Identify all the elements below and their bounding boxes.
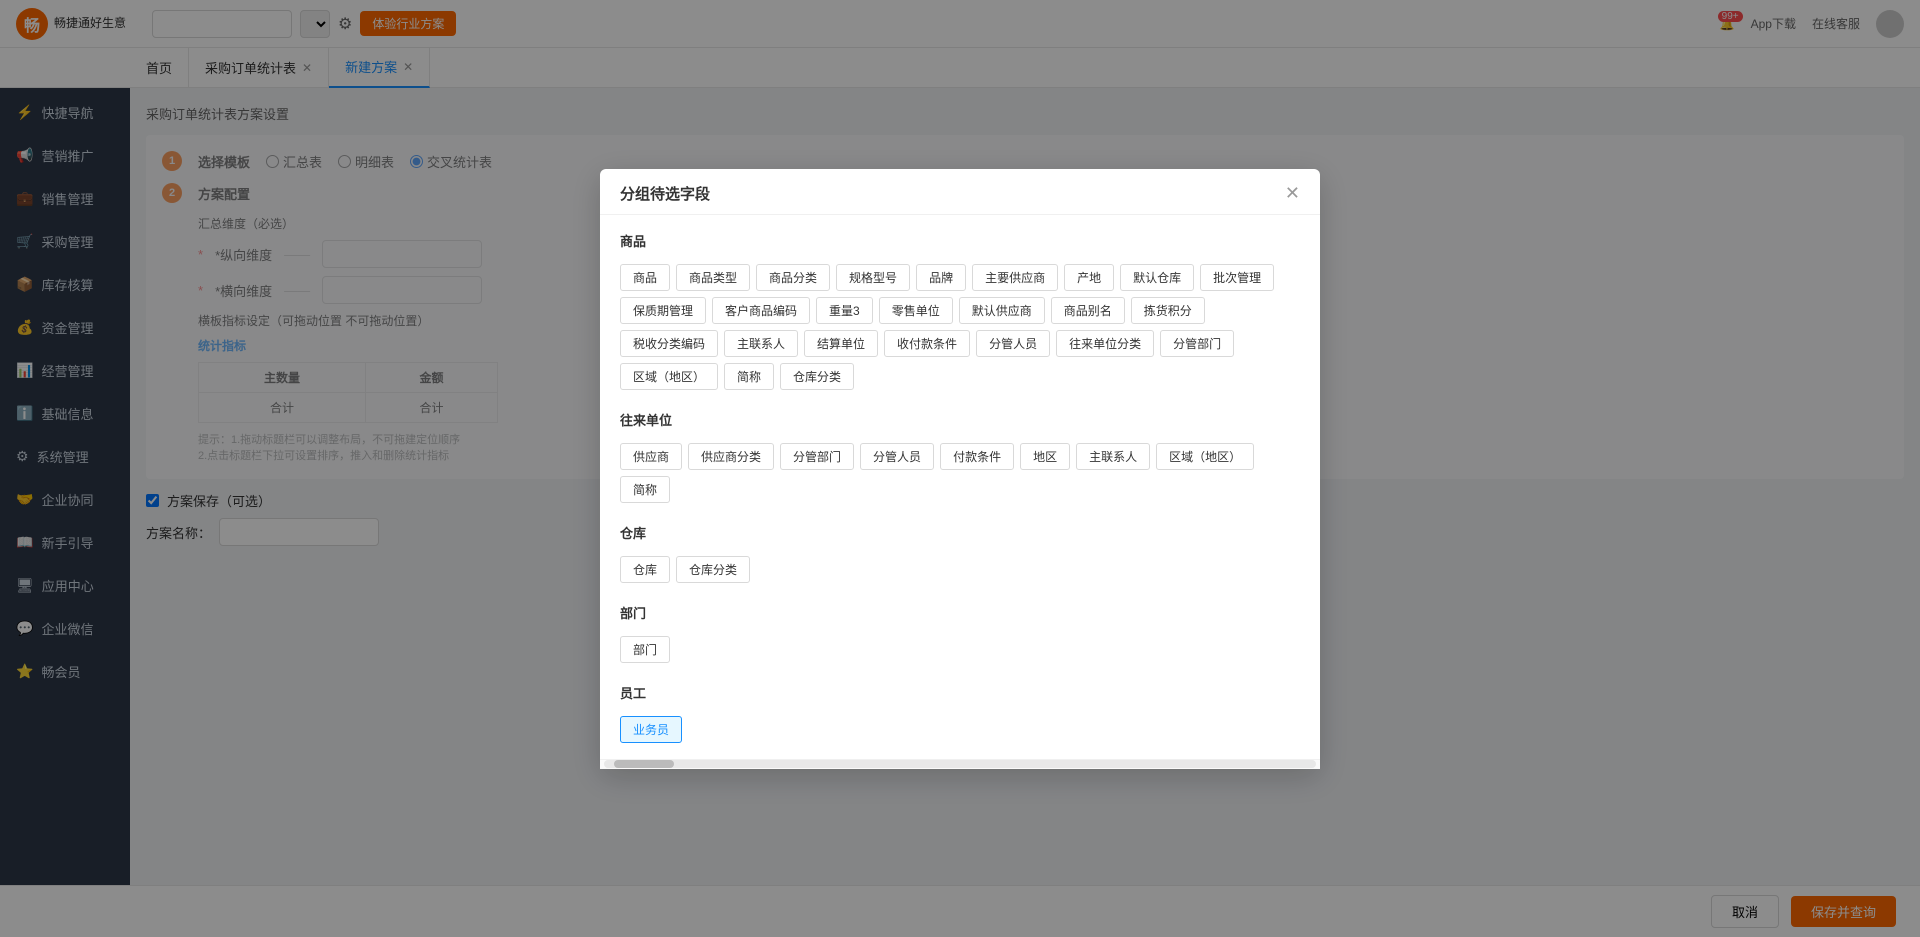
field-tag-brand[interactable]: 品牌 (916, 264, 966, 291)
field-tag-warehouse[interactable]: 仓库 (620, 556, 670, 583)
section-partner-title: 往来单位 (620, 410, 1300, 433)
section-goods-title: 商品 (620, 231, 1300, 254)
field-tag-short-name-p[interactable]: 简称 (620, 476, 670, 503)
modal-header: 分组待选字段 ✕ (600, 169, 1320, 215)
modal-title: 分组待选字段 (620, 183, 710, 204)
field-tag-dept[interactable]: 部门 (620, 636, 670, 663)
field-tag-spec-model[interactable]: 规格型号 (836, 264, 910, 291)
field-tag-short-name[interactable]: 简称 (724, 363, 774, 390)
field-tag-settlement-unit[interactable]: 结算单位 (804, 330, 878, 357)
section-partner: 往来单位 供应商 供应商分类 分管部门 分管人员 付款条件 地区 主联系人 区域… (620, 410, 1300, 503)
field-tag-origin[interactable]: 产地 (1064, 264, 1114, 291)
field-tag-default-warehouse[interactable]: 默认仓库 (1120, 264, 1194, 291)
section-partner-tags: 供应商 供应商分类 分管部门 分管人员 付款条件 地区 主联系人 区域（地区） … (620, 443, 1300, 503)
field-tag-default-supplier[interactable]: 默认供应商 (959, 297, 1045, 324)
modal-body[interactable]: 商品 商品 商品类型 商品分类 规格型号 品牌 主要供应商 产地 默认仓库 批次… (600, 215, 1320, 759)
field-tag-supervisor[interactable]: 分管人员 (976, 330, 1050, 357)
field-tag-region-area-p[interactable]: 区域（地区） (1156, 443, 1254, 470)
field-tag-weight3[interactable]: 重量3 (816, 297, 873, 324)
section-goods-tags: 商品 商品类型 商品分类 规格型号 品牌 主要供应商 产地 默认仓库 批次管理 … (620, 264, 1300, 390)
modal-overlay: 分组待选字段 ✕ 商品 商品 商品类型 商品分类 规格型号 品牌 主要供应商 产… (0, 0, 1920, 937)
field-tag-dept-managed[interactable]: 分管部门 (1160, 330, 1234, 357)
section-dept-tags: 部门 (620, 636, 1300, 663)
field-tag-region-p[interactable]: 地区 (1020, 443, 1070, 470)
field-tag-partner-category[interactable]: 往来单位分类 (1056, 330, 1154, 357)
field-tag-warehouse-cat[interactable]: 仓库分类 (676, 556, 750, 583)
field-tag-main-supplier[interactable]: 主要供应商 (972, 264, 1058, 291)
section-employee-title: 员工 (620, 683, 1300, 706)
field-tag-warehouse-category[interactable]: 仓库分类 (780, 363, 854, 390)
modal-close-button[interactable]: ✕ (1285, 183, 1300, 204)
field-tag-main-contact[interactable]: 主联系人 (724, 330, 798, 357)
field-tag-goods-type[interactable]: 商品类型 (676, 264, 750, 291)
field-tag-goods[interactable]: 商品 (620, 264, 670, 291)
h-scrollbar-track (604, 760, 1316, 768)
field-tag-supplier[interactable]: 供应商 (620, 443, 682, 470)
section-warehouse-title: 仓库 (620, 523, 1300, 546)
field-tag-customer-code[interactable]: 客户商品编码 (712, 297, 810, 324)
field-tag-supervisor-p[interactable]: 分管人员 (860, 443, 934, 470)
section-warehouse: 仓库 仓库 仓库分类 (620, 523, 1300, 583)
field-tag-region-area[interactable]: 区域（地区） (620, 363, 718, 390)
field-tag-tax-code[interactable]: 税收分类编码 (620, 330, 718, 357)
section-employee: 员工 业务员 (620, 683, 1300, 743)
modal-dialog: 分组待选字段 ✕ 商品 商品 商品类型 商品分类 规格型号 品牌 主要供应商 产… (600, 169, 1320, 769)
field-tag-supplier-category[interactable]: 供应商分类 (688, 443, 774, 470)
field-tag-batch-mgmt[interactable]: 批次管理 (1200, 264, 1274, 291)
field-tag-payment-terms[interactable]: 收付款条件 (884, 330, 970, 357)
section-employee-tags: 业务员 (620, 716, 1300, 743)
h-scrollbar-thumb[interactable] (614, 760, 674, 768)
field-tag-contact-p[interactable]: 主联系人 (1076, 443, 1150, 470)
section-warehouse-tags: 仓库 仓库分类 (620, 556, 1300, 583)
field-tag-goods-alias[interactable]: 商品别名 (1051, 297, 1125, 324)
modal-horizontal-scrollbar[interactable] (600, 759, 1320, 769)
section-dept: 部门 部门 (620, 603, 1300, 663)
field-tag-dept-managed-p[interactable]: 分管部门 (780, 443, 854, 470)
section-goods: 商品 商品 商品类型 商品分类 规格型号 品牌 主要供应商 产地 默认仓库 批次… (620, 231, 1300, 390)
field-tag-payment-terms-p[interactable]: 付款条件 (940, 443, 1014, 470)
field-tag-retail-unit[interactable]: 零售单位 (879, 297, 953, 324)
field-tag-expiry-mgmt[interactable]: 保质期管理 (620, 297, 706, 324)
field-tag-goods-category[interactable]: 商品分类 (756, 264, 830, 291)
field-tag-sales-person[interactable]: 业务员 (620, 716, 682, 743)
field-tag-pick-points[interactable]: 拣货积分 (1131, 297, 1205, 324)
section-dept-title: 部门 (620, 603, 1300, 626)
